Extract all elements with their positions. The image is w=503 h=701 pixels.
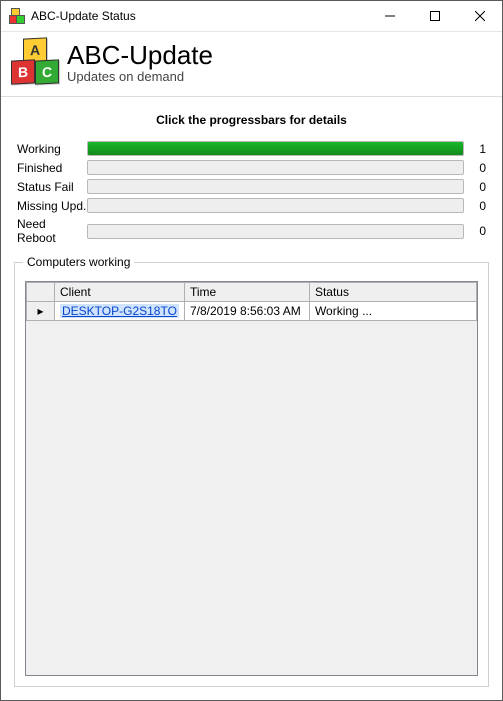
column-header-time[interactable]: Time [184, 283, 309, 302]
column-header-client[interactable]: Client [55, 283, 185, 302]
maximize-button[interactable] [412, 1, 457, 31]
cell-client[interactable]: DESKTOP-G2S18TO [55, 302, 185, 321]
progress-label: Need Reboot [17, 217, 87, 245]
progress-bar[interactable] [87, 179, 464, 194]
table-row[interactable]: ▸ DESKTOP-G2S18TO 7/8/2019 8:56:03 AMWorki… [27, 302, 477, 321]
column-header-status[interactable]: Status [309, 283, 476, 302]
progress-label: Status Fail [17, 180, 87, 194]
computers-table[interactable]: Client Time Status ▸ DESKTOP-G2S18TO 7/8/2… [26, 282, 477, 321]
row-indicator-icon: ▸ [27, 302, 55, 321]
app-icon [9, 8, 25, 24]
progress-count: 1 [464, 142, 486, 156]
computers-table-container: Client Time Status ▸ DESKTOP-G2S18TO 7/8/2… [25, 281, 478, 676]
app-title: ABC-Update [67, 41, 213, 69]
titlebar: ABC-Update Status [1, 1, 502, 32]
progress-bar[interactable] [87, 224, 464, 239]
progress-bar[interactable] [87, 198, 464, 213]
progress-row: Working 1 [17, 141, 486, 156]
progress-row: Finished 0 [17, 160, 486, 175]
progress-bar[interactable] [87, 141, 464, 156]
hint-text: Click the progressbars for details [13, 113, 490, 127]
progress-row: Missing Upd. 0 [17, 198, 486, 213]
minimize-button[interactable] [367, 1, 412, 31]
banner: A B C ABC-Update Updates on demand [1, 32, 502, 97]
progress-label: Working [17, 142, 87, 156]
progress-count: 0 [464, 180, 486, 194]
window-title: ABC-Update Status [31, 9, 367, 23]
groupbox-legend: Computers working [23, 255, 134, 269]
progress-count: 0 [464, 224, 486, 238]
progress-bar[interactable] [87, 160, 464, 175]
progress-label: Missing Upd. [17, 199, 87, 213]
progress-row: Need Reboot 0 [17, 217, 486, 245]
progress-count: 0 [464, 161, 486, 175]
computers-working-group: Computers working Client Time Status ▸DE… [14, 262, 489, 687]
cell-time: 7/8/2019 8:56:03 AM [184, 302, 309, 321]
cell-status: Working ... [309, 302, 476, 321]
app-logo-icon: A B C [11, 38, 59, 86]
app-subtitle: Updates on demand [67, 69, 213, 84]
progress-row: Status Fail 0 [17, 179, 486, 194]
client-link[interactable]: DESKTOP-G2S18TO [60, 304, 179, 318]
content-area: Click the progressbars for details Worki… [1, 97, 502, 700]
table-empty-area [26, 321, 477, 675]
progress-label: Finished [17, 161, 87, 175]
app-window: ABC-Update Status A B C ABC-Update Updat… [0, 0, 503, 701]
progress-count: 0 [464, 199, 486, 213]
progress-list: Working1Finished0Status Fail0Missing Upd… [17, 141, 486, 249]
close-button[interactable] [457, 1, 502, 31]
row-header-column[interactable] [27, 283, 55, 302]
